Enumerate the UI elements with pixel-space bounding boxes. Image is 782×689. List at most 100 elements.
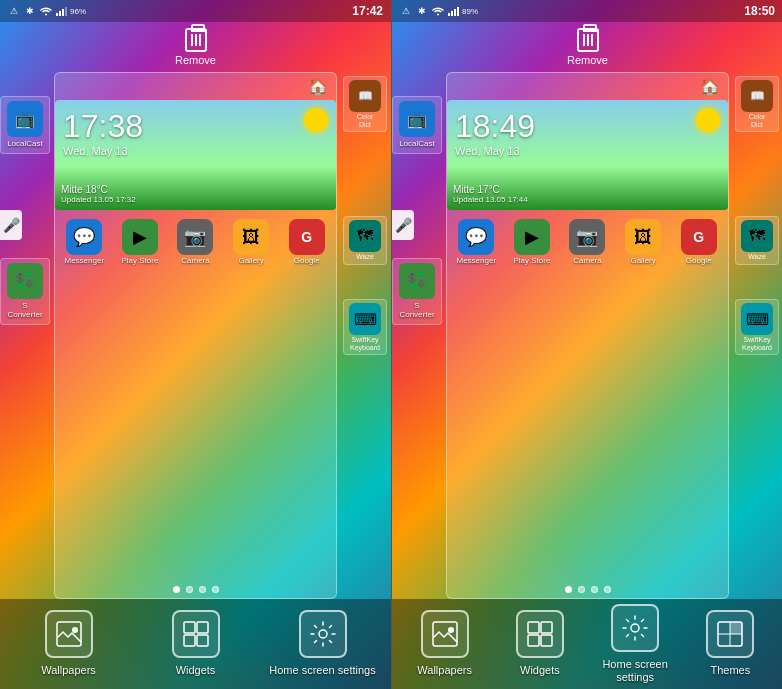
panel-topbar-2: 🏠	[447, 73, 728, 100]
left-side-panel-1: 📺 LocalCast 💱 S Converter	[0, 72, 52, 329]
signal-icon-2	[448, 6, 460, 16]
remove-label-2: Remove	[567, 54, 608, 66]
remove-area-1[interactable]: Remove	[0, 22, 391, 72]
waze-app-2[interactable]: 🗺 Waze	[735, 216, 779, 265]
wifi-icon-2	[432, 6, 444, 16]
camera-item-1[interactable]: 📷 Camera	[169, 217, 222, 268]
status-time-2: 18:50	[744, 4, 775, 18]
svg-rect-21	[528, 635, 539, 646]
dot-active-1	[173, 586, 180, 593]
app-grid-2: 💬 Messenger ▶ Play Store 📷 Camera 🖼 Gall…	[447, 214, 728, 271]
home-icon-2: 🏠	[700, 77, 720, 96]
settings-svg-2	[621, 614, 649, 642]
svg-rect-13	[448, 13, 450, 16]
converter-app-2[interactable]: 💱 S Converter	[392, 258, 442, 325]
time-2: 18:50	[744, 4, 775, 18]
widgets-icon-box-1	[172, 610, 220, 658]
gallery-icon-1: 🖼	[233, 219, 269, 255]
svg-rect-19	[528, 622, 539, 633]
clock-time-2: 18:49	[455, 108, 720, 145]
waze-app-1[interactable]: 🗺 Waze	[343, 216, 387, 265]
wallpapers-icon-box-1	[45, 610, 93, 658]
playstore-icon-1: ▶	[122, 219, 158, 255]
center-panel-2: 🏠 18:49 Wed, May 13 Mitte 17°C Updated 1…	[446, 72, 729, 599]
panel-topbar-1: 🏠	[55, 73, 336, 100]
gallery-label-2: Gallery	[630, 257, 655, 266]
localcast-app-2[interactable]: 📺 LocalCast	[392, 96, 442, 154]
wallpapers-label-2: Wallpapers	[417, 664, 472, 677]
toolbar-settings-2[interactable]: Home screen settings	[588, 604, 683, 684]
toolbar-themes-2[interactable]: Themes	[683, 610, 778, 677]
localcast-app-1[interactable]: 📺 LocalCast	[0, 96, 50, 154]
camera-icon-1: 📷	[177, 219, 213, 255]
themes-svg-2	[716, 620, 744, 648]
playstore-icon-2: ▶	[514, 219, 550, 255]
toolbar-settings-1[interactable]: Home screen settings	[259, 610, 386, 677]
camera-label-2: Camera	[573, 257, 601, 266]
svg-rect-25	[730, 622, 742, 634]
settings-icon-box-2	[611, 604, 659, 652]
right-side-panel-1: 📖 ColorDict 🗺 Waze ⌨ SwiftKeyKeyboard	[339, 72, 391, 359]
google-item-1[interactable]: G Google	[280, 217, 333, 268]
wifi-icon	[40, 6, 52, 16]
camera-item-2[interactable]: 📷 Camera	[561, 217, 614, 268]
swiftkey-app-1[interactable]: ⌨ SwiftKeyKeyboard	[343, 299, 387, 355]
svg-rect-1	[56, 13, 58, 16]
svg-rect-16	[457, 7, 459, 16]
playstore-label-2: Play Store	[513, 257, 550, 266]
svg-rect-2	[59, 11, 61, 16]
settings-icon-box-1	[299, 610, 347, 658]
settings-label-1: Home screen settings	[269, 664, 375, 677]
svg-rect-3	[62, 9, 64, 16]
clock-date-2: Wed, May 13	[455, 145, 720, 157]
status-bar-1: ⚠ ✱ 96% 17:42	[0, 0, 391, 22]
dot-4-2	[604, 586, 611, 593]
battery-percent-1: 96%	[72, 6, 84, 16]
battery-percent-2: 89%	[464, 6, 476, 16]
toolbar-widgets-1[interactable]: Widgets	[132, 610, 259, 677]
toolbar-wallpapers-2[interactable]: Wallpapers	[397, 610, 492, 677]
themes-icon-box-2	[706, 610, 754, 658]
dict-app-2[interactable]: 📖 ColorDict	[735, 76, 779, 132]
toolbar-widgets-2[interactable]: Widgets	[492, 610, 587, 677]
dot-3-2	[591, 586, 598, 593]
converter-icon-1: 💱	[7, 263, 43, 299]
gallery-label-1: Gallery	[238, 257, 263, 266]
center-panel-1: 🏠 17:38 Wed, May 13 Mitte 18°C Updated 1…	[54, 72, 337, 599]
converter-app-1[interactable]: 💱 S Converter	[0, 258, 50, 325]
svg-rect-8	[197, 622, 208, 633]
camera-label-1: Camera	[181, 257, 209, 266]
gallery-item-1[interactable]: 🖼 Gallery	[225, 217, 278, 268]
clock-time-1: 17:38	[63, 108, 328, 145]
clock-widget-1: 17:38 Wed, May 13 Mitte 18°C Updated 13.…	[55, 100, 336, 210]
dots-1	[0, 582, 391, 597]
swiftkey-app-2[interactable]: ⌨ SwiftKeyKeyboard	[735, 299, 779, 355]
dot-2-1	[186, 586, 193, 593]
widgets-svg-2	[526, 620, 554, 648]
warning-icon-2: ⚠	[400, 6, 412, 16]
themes-label-2: Themes	[711, 664, 751, 677]
dict-app-1[interactable]: 📖 ColorDict	[343, 76, 387, 132]
swiftkey-label-2: SwiftKeyKeyboard	[742, 336, 772, 351]
svg-rect-4	[65, 7, 67, 16]
app-grid-1: 💬 Messenger ▶ Play Store 📷 Camera 🖼 Gall…	[55, 214, 336, 271]
weather-temp-2: Mitte 17°C	[453, 184, 528, 195]
google-item-2[interactable]: G Google	[672, 217, 725, 268]
playstore-item-1[interactable]: ▶ Play Store	[114, 217, 167, 268]
google-icon-1: G	[289, 219, 325, 255]
playstore-item-2[interactable]: ▶ Play Store	[506, 217, 559, 268]
toolbar-wallpapers-1[interactable]: Wallpapers	[5, 610, 132, 677]
remove-area-2[interactable]: Remove	[392, 22, 782, 72]
gallery-item-2[interactable]: 🖼 Gallery	[617, 217, 670, 268]
status-left-2: ⚠ ✱ 89%	[400, 6, 476, 16]
bottom-toolbar-1: Wallpapers Widgets Home screen setting	[0, 599, 391, 689]
waze-icon-2: 🗺	[741, 220, 773, 252]
google-icon-2: G	[681, 219, 717, 255]
messenger-item-2[interactable]: 💬 Messenger	[450, 217, 503, 268]
messenger-item-1[interactable]: 💬 Messenger	[58, 217, 111, 268]
signal-icon	[56, 6, 68, 16]
weather-info-1: Mitte 18°C Updated 13.05 17:32	[61, 184, 136, 204]
messenger-icon-1: 💬	[66, 219, 102, 255]
weather-update-2: Updated 13.05 17:44	[453, 195, 528, 204]
warning-icon: ⚠	[8, 6, 20, 16]
